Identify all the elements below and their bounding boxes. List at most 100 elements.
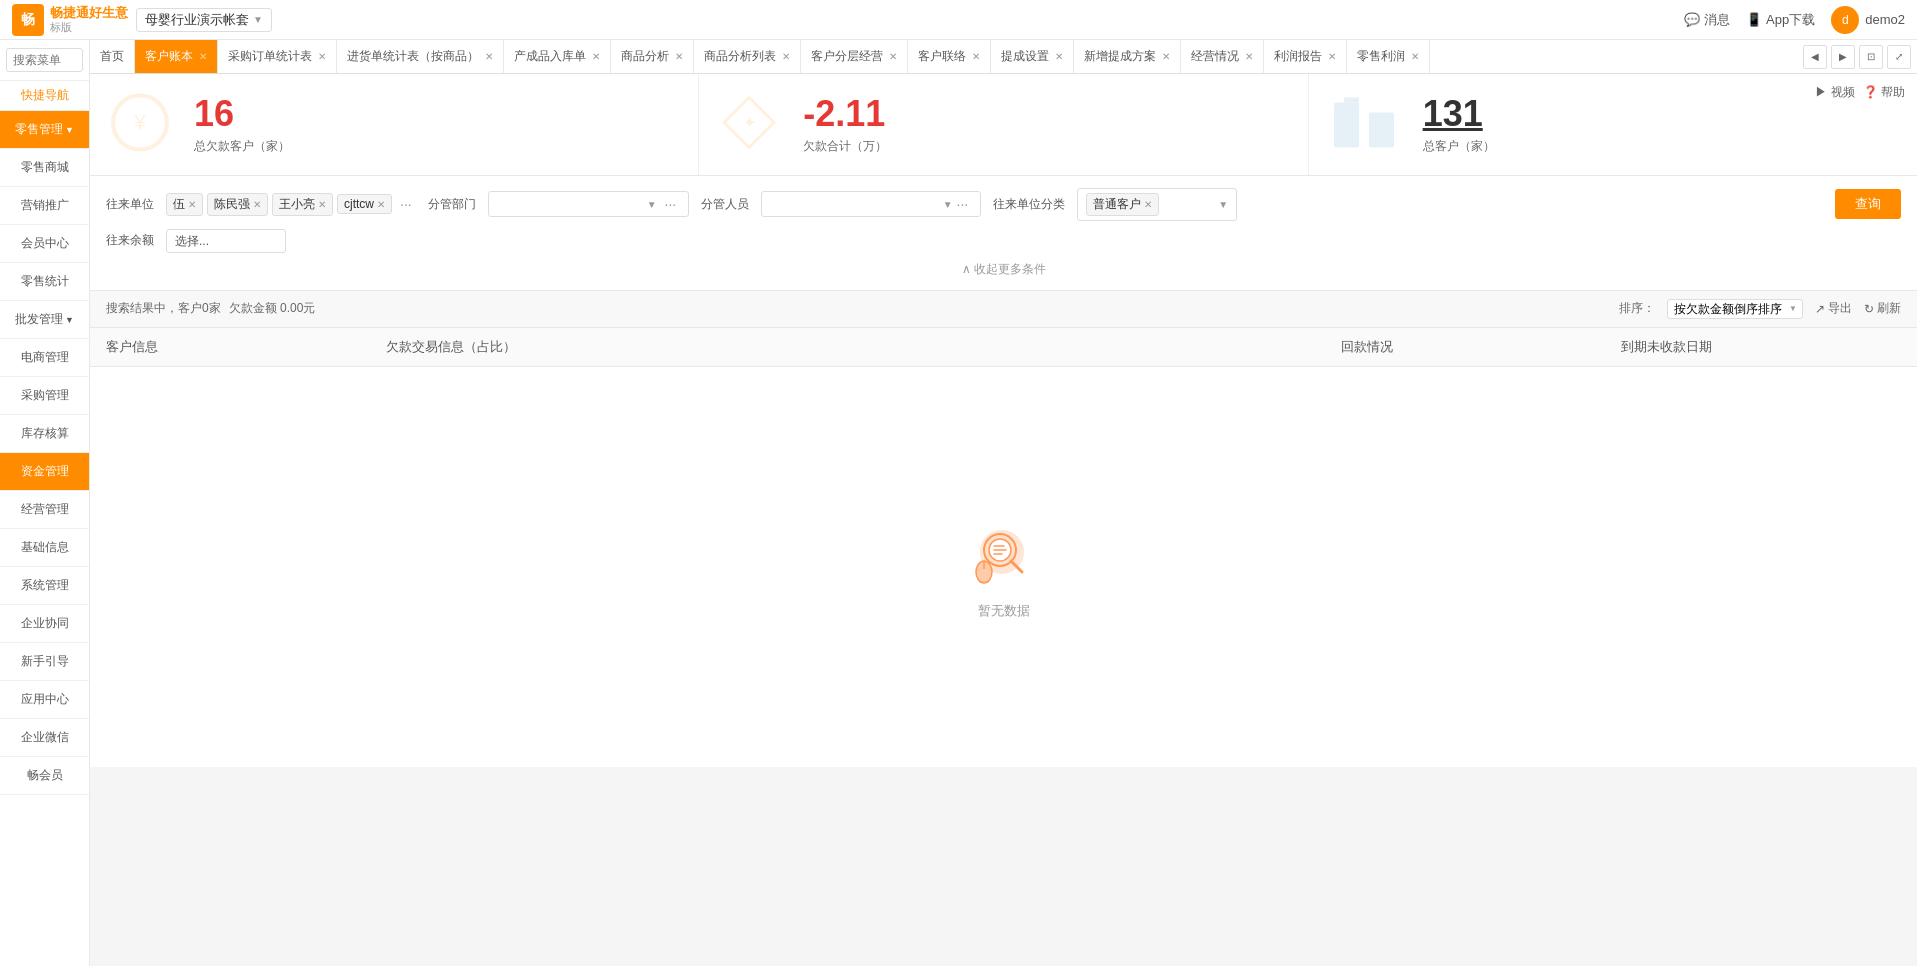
stat-total-debtors: ¥ 16 总欠款客户（家） bbox=[90, 74, 699, 175]
unit-class-selector[interactable]: 普通客户 ✕ ▼ bbox=[1077, 188, 1237, 221]
filter-area: 往来单位 伍 ✕ 陈民强 ✕ 王小亮 ✕ cjttcw ✕ ··· bbox=[90, 176, 1917, 291]
tab-close-icon-10[interactable]: ✕ bbox=[1162, 51, 1170, 62]
tab-close-icon-4[interactable]: ✕ bbox=[592, 51, 600, 62]
more-tags-button[interactable]: ··· bbox=[396, 196, 416, 212]
collapse-button[interactable]: ∧ 收起更多条件 bbox=[962, 261, 1046, 278]
refresh-button[interactable]: ↻ 刷新 bbox=[1864, 300, 1901, 317]
dept-more-button[interactable]: ··· bbox=[661, 196, 681, 212]
sidebar-item-app-center[interactable]: 应用中心 bbox=[0, 681, 89, 719]
tab-business-status[interactable]: 经营情况 ✕ bbox=[1181, 40, 1264, 73]
tag-close-wu[interactable]: ✕ bbox=[188, 199, 196, 210]
svg-text:¥: ¥ bbox=[133, 111, 146, 133]
help-button[interactable]: ❓ 帮助 bbox=[1863, 84, 1905, 101]
sidebar-item-marketing[interactable]: 营销推广 bbox=[0, 187, 89, 225]
sidebar-item-wholesale-mgmt[interactable]: 批发管理 ▼ bbox=[0, 301, 89, 339]
phone-icon: 📱 bbox=[1746, 12, 1762, 27]
tab-close-icon-9[interactable]: ✕ bbox=[1055, 51, 1063, 62]
tab-close-icon-2[interactable]: ✕ bbox=[318, 51, 326, 62]
tab-close-icon-11[interactable]: ✕ bbox=[1245, 51, 1253, 62]
sidebar-item-purchase-mgmt[interactable]: 采购管理 bbox=[0, 377, 89, 415]
search-input[interactable] bbox=[6, 48, 83, 72]
sidebar-item-ecommerce[interactable]: 电商管理 bbox=[0, 339, 89, 377]
sidebar-item-retail-stats[interactable]: 零售统计 bbox=[0, 263, 89, 301]
tab-window-button[interactable]: ⊡ bbox=[1859, 45, 1883, 69]
sidebar-item-business-mgmt[interactable]: 经营管理 bbox=[0, 491, 89, 529]
sidebar-item-system-mgmt[interactable]: 系统管理 bbox=[0, 567, 89, 605]
table-header: 客户信息 欠款交易信息（占比） 回款情况 到期未收款日期 bbox=[90, 328, 1917, 367]
tab-goods-entry-stats[interactable]: 进货单统计表（按商品） ✕ bbox=[337, 40, 504, 73]
filter-row-1: 往来单位 伍 ✕ 陈民强 ✕ 王小亮 ✕ cjttcw ✕ ··· bbox=[106, 188, 1901, 221]
message-button[interactable]: 💬 消息 bbox=[1684, 11, 1730, 29]
total-debt-value: -2.11 bbox=[803, 94, 887, 134]
tab-purchase-order-stats[interactable]: 采购订单统计表 ✕ bbox=[218, 40, 337, 73]
tab-close-icon-3[interactable]: ✕ bbox=[485, 51, 493, 62]
table-body-empty: 暂无数据 bbox=[90, 367, 1917, 767]
sidebar-item-finance-mgmt[interactable]: 资金管理 bbox=[0, 453, 89, 491]
tab-actions: ◀ ▶ ⊡ ⤢ bbox=[1797, 40, 1917, 73]
person-input[interactable] bbox=[770, 197, 942, 211]
logo-subtitle: 标版 bbox=[50, 21, 128, 34]
person-dropdown-icon: ▼ bbox=[943, 199, 953, 210]
tab-close-icon-7[interactable]: ✕ bbox=[889, 51, 897, 62]
unit-class-filter-label: 往来单位分类 bbox=[993, 196, 1065, 213]
dept-selector[interactable]: ▼ ··· bbox=[488, 191, 690, 217]
tab-close-icon[interactable]: ✕ bbox=[199, 51, 207, 62]
tab-product-analysis[interactable]: 商品分析 ✕ bbox=[611, 40, 694, 73]
tab-fullscreen-button[interactable]: ⤢ bbox=[1887, 45, 1911, 69]
tab-close-icon-13[interactable]: ✕ bbox=[1411, 51, 1419, 62]
dept-input[interactable] bbox=[497, 197, 647, 211]
tab-add-commission[interactable]: 新增提成方案 ✕ bbox=[1074, 40, 1181, 73]
results-amount: 欠款金额 0.00元 bbox=[229, 300, 316, 317]
sort-select[interactable]: 按欠款金额倒序排序 bbox=[1667, 299, 1803, 319]
quick-nav-button[interactable]: 快捷导航 bbox=[0, 81, 89, 111]
person-more-button[interactable]: ··· bbox=[953, 196, 973, 212]
col-debt-info: 欠款交易信息（占比） bbox=[386, 338, 1341, 356]
sidebar-item-new-user-guide[interactable]: 新手引导 bbox=[0, 643, 89, 681]
header-right: 💬 消息 📱 App下载 d demo2 bbox=[1684, 6, 1905, 34]
tab-home[interactable]: 首页 bbox=[90, 40, 135, 73]
tag-close-cjttcw[interactable]: ✕ bbox=[377, 199, 385, 210]
tab-profit-report[interactable]: 利润报告 ✕ bbox=[1264, 40, 1347, 73]
sidebar: 快捷导航 零售管理 ▼ 零售商城 营销推广 会员中心 零售统计 批发管理 ▼ 电… bbox=[0, 40, 90, 966]
tab-product-analysis-list[interactable]: 商品分析列表 ✕ bbox=[694, 40, 801, 73]
export-button[interactable]: ↗ 导出 bbox=[1815, 300, 1852, 317]
person-selector[interactable]: ▼ ··· bbox=[761, 191, 981, 217]
chevron-icon: ▼ bbox=[65, 125, 74, 135]
tab-next-button[interactable]: ▶ bbox=[1831, 45, 1855, 69]
app-download-button[interactable]: 📱 App下载 bbox=[1746, 11, 1815, 29]
total-debtors-value: 16 bbox=[194, 94, 290, 134]
tab-commission-settings[interactable]: 提成设置 ✕ bbox=[991, 40, 1074, 73]
tab-retail-profit[interactable]: 零售利润 ✕ bbox=[1347, 40, 1430, 73]
tag-close-chen[interactable]: ✕ bbox=[253, 199, 261, 210]
sidebar-item-retail-mgmt[interactable]: 零售管理 ▼ bbox=[0, 111, 89, 149]
unit-filter-tags: 伍 ✕ 陈民强 ✕ 王小亮 ✕ cjttcw ✕ ··· bbox=[166, 193, 416, 216]
dept-dropdown-icon: ▼ bbox=[647, 199, 657, 210]
sort-select-wrapper: 按欠款金额倒序排序 ▼ bbox=[1667, 299, 1803, 319]
tab-close-icon-12[interactable]: ✕ bbox=[1328, 51, 1336, 62]
sidebar-item-inventory[interactable]: 库存核算 bbox=[0, 415, 89, 453]
tab-close-icon-6[interactable]: ✕ bbox=[782, 51, 790, 62]
sidebar-item-retail-mall[interactable]: 零售商城 bbox=[0, 149, 89, 187]
sidebar-item-member-center[interactable]: 会员中心 bbox=[0, 225, 89, 263]
unit-class-tag-close[interactable]: ✕ bbox=[1144, 199, 1152, 210]
avatar: d bbox=[1831, 6, 1859, 34]
user-area[interactable]: d demo2 bbox=[1831, 6, 1905, 34]
sidebar-item-chang-member[interactable]: 畅会员 bbox=[0, 757, 89, 795]
tab-product-entry[interactable]: 产成品入库单 ✕ bbox=[504, 40, 611, 73]
tab-customer-ledger[interactable]: 客户账本 ✕ bbox=[135, 40, 218, 73]
stat-help-area: ▶ 视频 ❓ 帮助 bbox=[1815, 84, 1905, 101]
sidebar-item-enterprise-wechat[interactable]: 企业微信 bbox=[0, 719, 89, 757]
tab-bar: 首页 客户账本 ✕ 采购订单统计表 ✕ 进货单统计表（按商品） ✕ 产成品入库单… bbox=[90, 40, 1917, 74]
video-button[interactable]: ▶ 视频 bbox=[1815, 84, 1854, 101]
balance-select[interactable]: 选择... bbox=[166, 229, 286, 253]
company-selector[interactable]: 母婴行业演示帐套 ▼ bbox=[136, 8, 272, 32]
query-button[interactable]: 查询 bbox=[1835, 189, 1901, 219]
sidebar-item-enterprise-collab[interactable]: 企业协同 bbox=[0, 605, 89, 643]
tab-close-icon-5[interactable]: ✕ bbox=[675, 51, 683, 62]
tab-close-icon-8[interactable]: ✕ bbox=[972, 51, 980, 62]
sidebar-item-basic-info[interactable]: 基础信息 bbox=[0, 529, 89, 567]
tab-customer-tier[interactable]: 客户分层经营 ✕ bbox=[801, 40, 908, 73]
tab-customer-contact[interactable]: 客户联络 ✕ bbox=[908, 40, 991, 73]
tag-close-wang[interactable]: ✕ bbox=[318, 199, 326, 210]
tab-prev-button[interactable]: ◀ bbox=[1803, 45, 1827, 69]
